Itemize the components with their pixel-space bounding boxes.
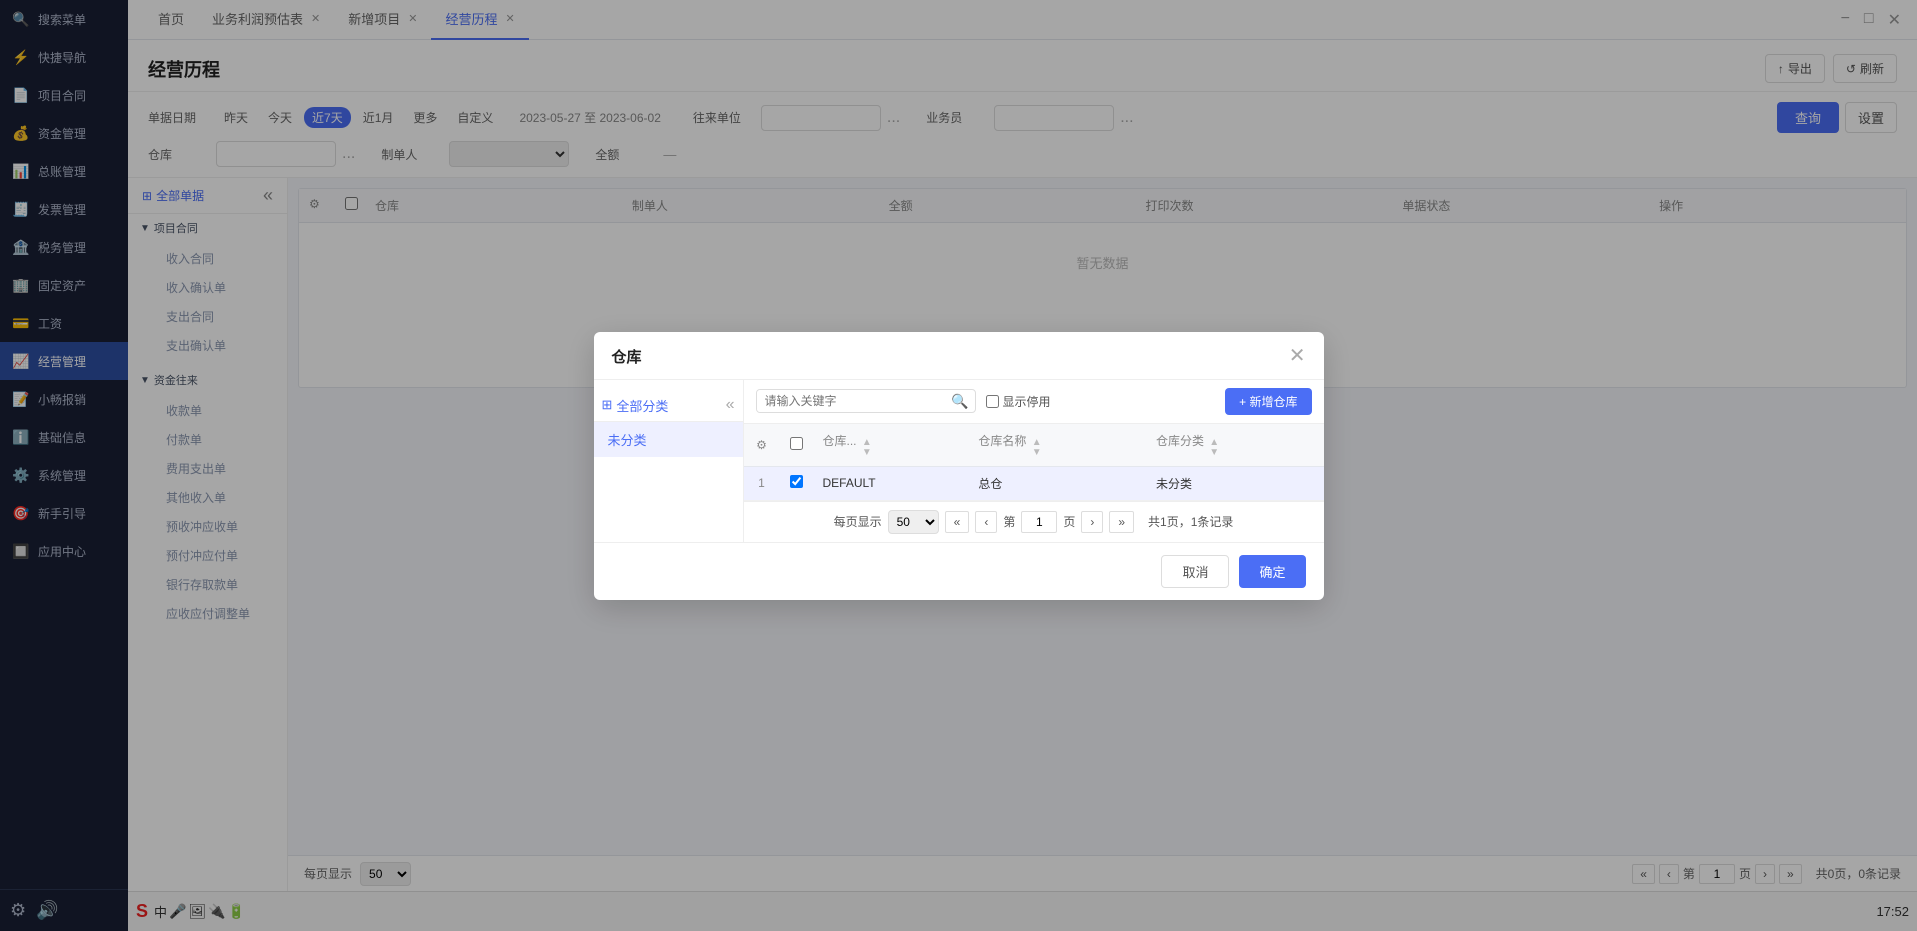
modal-unclassified-item[interactable]: 未分类 xyxy=(594,422,743,457)
modal-prev-page-btn[interactable]: ‹ xyxy=(975,511,997,533)
modal-pagination: 每页显示 50 100 « ‹ 第 页 › » 共1页，1条记录 xyxy=(744,501,1324,542)
row-code: DEFAULT xyxy=(813,466,969,500)
modal-toolbar: 🔍 显示停用 + 新增仓库 xyxy=(744,380,1324,424)
modal-table-wrap: ⚙ 仓库... ▲▼ 仓库名称 ▲▼ xyxy=(744,424,1324,501)
row-name: 总仓 xyxy=(968,466,1146,500)
show-disabled-label[interactable]: 显示停用 xyxy=(986,393,1051,410)
modal-overlay[interactable]: 仓库 ✕ ⊞ 全部分类 « 未分类 xyxy=(0,0,1917,931)
modal-search-wrap: 🔍 xyxy=(756,389,976,413)
th-settings[interactable]: ⚙ xyxy=(744,424,780,467)
modal-first-page-btn[interactable]: « xyxy=(945,511,970,533)
modal-sidebar: ⊞ 全部分类 « 未分类 xyxy=(594,380,744,542)
category-sort-icon: ▲▼ xyxy=(1209,438,1219,458)
modal-table-head: ⚙ 仓库... ▲▼ 仓库名称 ▲▼ xyxy=(744,424,1324,467)
modal-main-content: 🔍 显示停用 + 新增仓库 ⚙ xyxy=(744,380,1324,542)
modal-search-input[interactable] xyxy=(757,390,946,412)
modal-header: 仓库 ✕ xyxy=(594,332,1324,380)
add-warehouse-button[interactable]: + 新增仓库 xyxy=(1225,388,1311,415)
modal-search-icon[interactable]: 🔍 xyxy=(945,393,974,410)
th-checkbox xyxy=(780,424,813,467)
modal-close-button[interactable]: ✕ xyxy=(1289,346,1306,366)
sidebar-all-label: ⊞ 全部分类 xyxy=(602,396,726,415)
modal-last-page-btn[interactable]: » xyxy=(1109,511,1134,533)
th-name[interactable]: 仓库名称 ▲▼ xyxy=(968,424,1146,467)
grid-icon-modal: ⊞ xyxy=(602,397,613,413)
warehouse-modal: 仓库 ✕ ⊞ 全部分类 « 未分类 xyxy=(594,332,1324,600)
modal-next-page-btn[interactable]: › xyxy=(1081,511,1103,533)
collapse-icon: « xyxy=(726,396,735,414)
modal-per-page-select[interactable]: 50 100 xyxy=(888,510,939,534)
name-sort-icon: ▲▼ xyxy=(1032,438,1042,458)
row-checkbox[interactable] xyxy=(780,466,813,500)
modal-select-all-checkbox[interactable] xyxy=(790,437,803,450)
modal-page-label: 第 xyxy=(1003,513,1015,530)
table-row[interactable]: 1 DEFAULT 总仓 未分类 xyxy=(744,466,1324,500)
modal-sidebar-collapse-btn[interactable]: ⊞ 全部分类 « xyxy=(594,390,743,422)
th-code[interactable]: 仓库... ▲▼ xyxy=(813,424,969,467)
th-category[interactable]: 仓库分类 ▲▼ xyxy=(1146,424,1324,467)
row-select-checkbox[interactable] xyxy=(790,475,803,488)
confirm-button[interactable]: 确定 xyxy=(1239,555,1305,588)
cancel-button[interactable]: 取消 xyxy=(1161,555,1229,588)
row-category: 未分类 xyxy=(1146,466,1324,500)
show-disabled-checkbox[interactable] xyxy=(986,395,999,408)
modal-page-input[interactable] xyxy=(1021,511,1057,533)
modal-table-body: 1 DEFAULT 总仓 未分类 xyxy=(744,466,1324,500)
modal-table-header-row: ⚙ 仓库... ▲▼ 仓库名称 ▲▼ xyxy=(744,424,1324,467)
modal-body: ⊞ 全部分类 « 未分类 🔍 xyxy=(594,380,1324,542)
row-num: 1 xyxy=(744,466,780,500)
modal-page-suffix: 页 xyxy=(1063,513,1075,530)
code-sort-icon: ▲▼ xyxy=(862,438,872,458)
modal-total-info: 共1页，1条记录 xyxy=(1148,513,1233,530)
modal-title: 仓库 xyxy=(612,346,642,367)
modal-footer: 取消 确定 xyxy=(594,542,1324,600)
modal-table: ⚙ 仓库... ▲▼ 仓库名称 ▲▼ xyxy=(744,424,1324,501)
modal-per-page-label: 每页显示 xyxy=(834,513,882,530)
